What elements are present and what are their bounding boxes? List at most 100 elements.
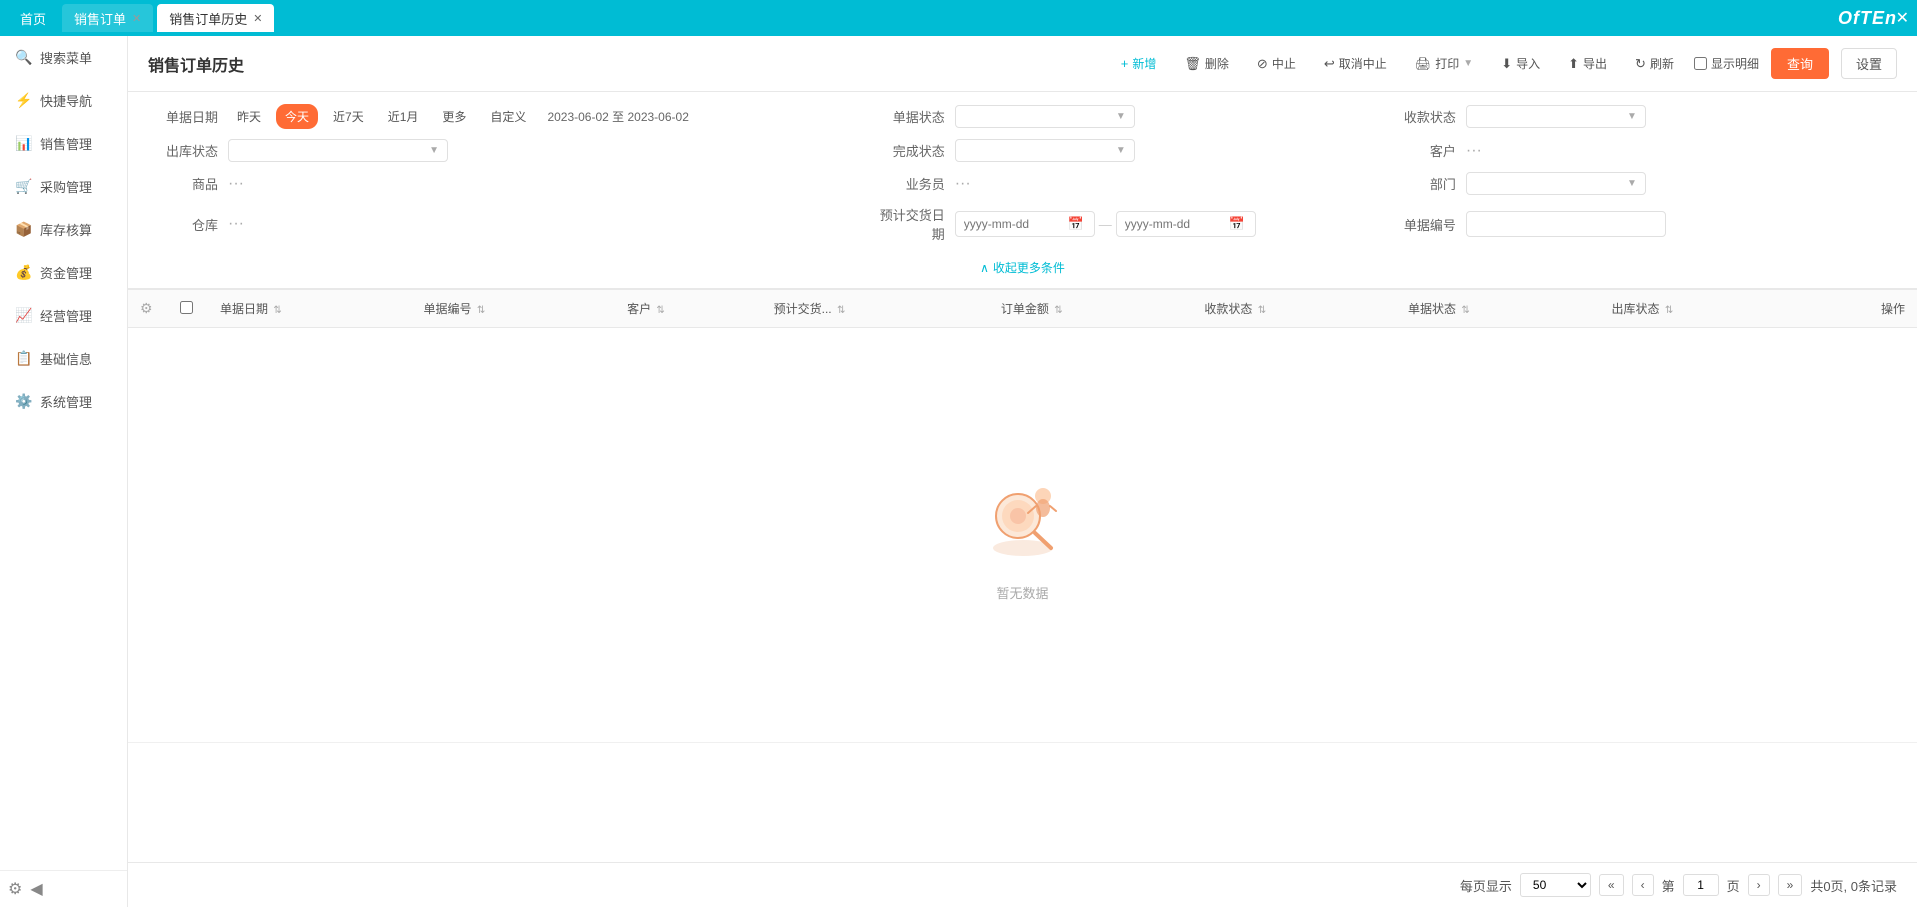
department-select[interactable]: ▼ — [1466, 172, 1646, 195]
date-btn-last1m[interactable]: 近1月 — [379, 104, 428, 129]
collapse-button[interactable]: ∧ 收起更多条件 — [148, 253, 1897, 276]
last-page-button[interactable]: » — [1778, 874, 1803, 896]
page-title: 销售订单历史 — [148, 52, 244, 76]
import-icon: ⬇ — [1501, 56, 1512, 72]
sidebar-bottom-settings-icon[interactable]: ⚙ — [8, 879, 22, 899]
collapse-up-icon: ∧ — [980, 261, 989, 275]
product-dots-icon[interactable]: ··· — [228, 175, 244, 193]
expected-date-end-field[interactable] — [1125, 217, 1225, 231]
calendar-end-icon[interactable]: 📅 — [1229, 216, 1245, 232]
col-actions: 操作 — [1803, 290, 1917, 328]
receipt-status-select[interactable]: ▼ — [1466, 105, 1646, 128]
department-arrow-icon: ▼ — [1627, 178, 1637, 189]
data-table: ⚙ 单据日期 ⇅ 单据编号 ⇅ — [128, 289, 1917, 743]
out-status-arrow-icon: ▼ — [429, 145, 439, 156]
date-btn-today[interactable]: 今天 — [276, 104, 318, 129]
import-button[interactable]: ⬇ 导入 — [1493, 51, 1548, 76]
sidebar-item-purchase-mgmt[interactable]: 🛒 采购管理 — [0, 165, 127, 208]
sidebar-item-inventory[interactable]: 📦 库存核算 — [0, 208, 127, 251]
expected-date-end-input[interactable]: 📅 — [1116, 211, 1256, 237]
export-button[interactable]: ⬆ 导出 — [1560, 51, 1615, 76]
complete-status-label: 完成状态 — [875, 141, 955, 160]
print-icon: 🖨 — [1415, 56, 1432, 72]
date-btn-last7[interactable]: 近7天 — [324, 104, 373, 129]
col-out-status[interactable]: 出库状态 ⇅ — [1599, 290, 1803, 328]
col-no[interactable]: 单据编号 ⇅ — [412, 290, 616, 328]
date-btn-more[interactable]: 更多 — [433, 104, 475, 129]
window-close-icon[interactable]: ✕ — [1896, 8, 1909, 28]
tab-sales-order[interactable]: 销售订单 ✕ — [62, 4, 153, 32]
refresh-button[interactable]: ↻ 刷新 — [1627, 51, 1682, 76]
print-chevron-icon: ▼ — [1463, 58, 1473, 69]
receipt-status-label: 收款状态 — [1386, 107, 1466, 126]
expected-date-start-input[interactable]: 📅 — [955, 211, 1095, 237]
page-header: 销售订单历史 + 新增 🗑 删除 ⊘ 中止 ↩ 取消中止 — [128, 36, 1917, 92]
delete-button[interactable]: 🗑 删除 — [1176, 51, 1237, 76]
sidebar-item-operations[interactable]: 📈 经营管理 — [0, 294, 127, 337]
sidebar-item-sales-mgmt[interactable]: 📊 销售管理 — [0, 122, 127, 165]
col-expected-date[interactable]: 预计交货... ⇅ — [762, 290, 989, 328]
sidebar-item-sys-mgmt[interactable]: ⚙️ 系统管理 — [0, 380, 127, 423]
calendar-start-icon[interactable]: 📅 — [1068, 216, 1084, 232]
sort-out-status-icon: ⇅ — [1665, 305, 1673, 316]
page-size-select[interactable]: 50 10 20 100 — [1520, 873, 1591, 897]
cancel-stop-button[interactable]: ↩ 取消中止 — [1316, 51, 1395, 76]
close-tab-sales-order[interactable]: ✕ — [132, 12, 141, 25]
sales-mgmt-icon: 📊 — [16, 136, 32, 152]
date-range-text: 2023-06-02 至 2023-06-02 — [547, 110, 688, 124]
basic-info-icon: 📋 — [16, 351, 32, 367]
add-button[interactable]: + 新增 — [1113, 51, 1165, 76]
bill-status-select[interactable]: ▼ — [955, 105, 1135, 128]
select-all-checkbox[interactable] — [180, 301, 193, 314]
empty-state: 暂无数据 — [128, 388, 1917, 682]
show-detail-checkbox-label[interactable]: 显示明细 — [1694, 55, 1759, 72]
inventory-icon: 📦 — [16, 222, 32, 238]
show-detail-checkbox[interactable] — [1694, 57, 1707, 70]
col-date[interactable]: 单据日期 ⇅ — [208, 290, 412, 328]
tab-home[interactable]: 首页 — [8, 5, 58, 32]
sort-receipt-status-icon: ⇅ — [1258, 305, 1266, 316]
sidebar-item-search-menu[interactable]: 🔍 搜索菜单 — [0, 36, 127, 79]
sidebar-item-quick-nav[interactable]: ⚡ 快捷导航 — [0, 79, 127, 122]
prev-page-button[interactable]: ‹ — [1632, 874, 1654, 896]
col-bill-status[interactable]: 单据状态 ⇅ — [1396, 290, 1600, 328]
bill-no-input[interactable] — [1466, 211, 1666, 237]
date-btn-custom[interactable]: 自定义 — [481, 104, 535, 129]
print-button[interactable]: 🖨 打印 ▼ — [1407, 51, 1481, 76]
quick-nav-icon: ⚡ — [16, 93, 32, 109]
add-icon: + — [1121, 56, 1129, 71]
salesperson-dots-icon[interactable]: ··· — [955, 175, 971, 193]
warehouse-dots-icon[interactable]: ··· — [228, 215, 244, 233]
sys-mgmt-icon: ⚙️ — [16, 394, 32, 410]
col-amount[interactable]: 订单金额 ⇅ — [989, 290, 1193, 328]
out-status-select[interactable]: ▼ — [228, 139, 448, 162]
page-size-label: 每页显示 — [1460, 876, 1512, 895]
stop-button[interactable]: ⊘ 中止 — [1249, 51, 1304, 76]
complete-status-select[interactable]: ▼ — [955, 139, 1135, 162]
date-btn-yesterday[interactable]: 昨天 — [228, 104, 270, 129]
export-icon: ⬆ — [1568, 56, 1579, 72]
sort-customer-icon: ⇅ — [656, 305, 664, 316]
date-dash-separator: — — [1099, 217, 1112, 232]
expected-date-label: 预计交货日期 — [875, 205, 955, 243]
page-input[interactable] — [1683, 874, 1719, 896]
expected-date-start-field[interactable] — [964, 217, 1064, 231]
first-page-button[interactable]: « — [1599, 874, 1624, 896]
settings-button[interactable]: 设置 — [1841, 48, 1897, 79]
col-customer[interactable]: 客户 ⇅ — [615, 290, 762, 328]
sidebar: 🔍 搜索菜单 ⚡ 快捷导航 📊 销售管理 🛒 采购管理 📦 库存核算 💰 资金管… — [0, 36, 128, 907]
tab-sales-order-history[interactable]: 销售订单历史 ✕ — [157, 4, 274, 32]
sidebar-item-basic-info[interactable]: 📋 基础信息 — [0, 337, 127, 380]
sidebar-item-finance[interactable]: 💰 资金管理 — [0, 251, 127, 294]
page-label: 第 — [1662, 876, 1675, 895]
next-page-button[interactable]: › — [1748, 874, 1770, 896]
sidebar-collapse-icon[interactable]: ◀ — [30, 879, 42, 899]
table-settings-icon[interactable]: ⚙ — [140, 300, 153, 316]
empty-text: 暂无数据 — [996, 583, 1048, 602]
close-tab-sales-order-history[interactable]: ✕ — [253, 12, 262, 25]
finance-icon: 💰 — [16, 265, 32, 281]
col-receipt-status[interactable]: 收款状态 ⇅ — [1192, 290, 1396, 328]
query-button[interactable]: 查询 — [1771, 48, 1829, 79]
customer-dots-icon[interactable]: ··· — [1466, 142, 1482, 160]
search-menu-icon: 🔍 — [16, 50, 32, 66]
